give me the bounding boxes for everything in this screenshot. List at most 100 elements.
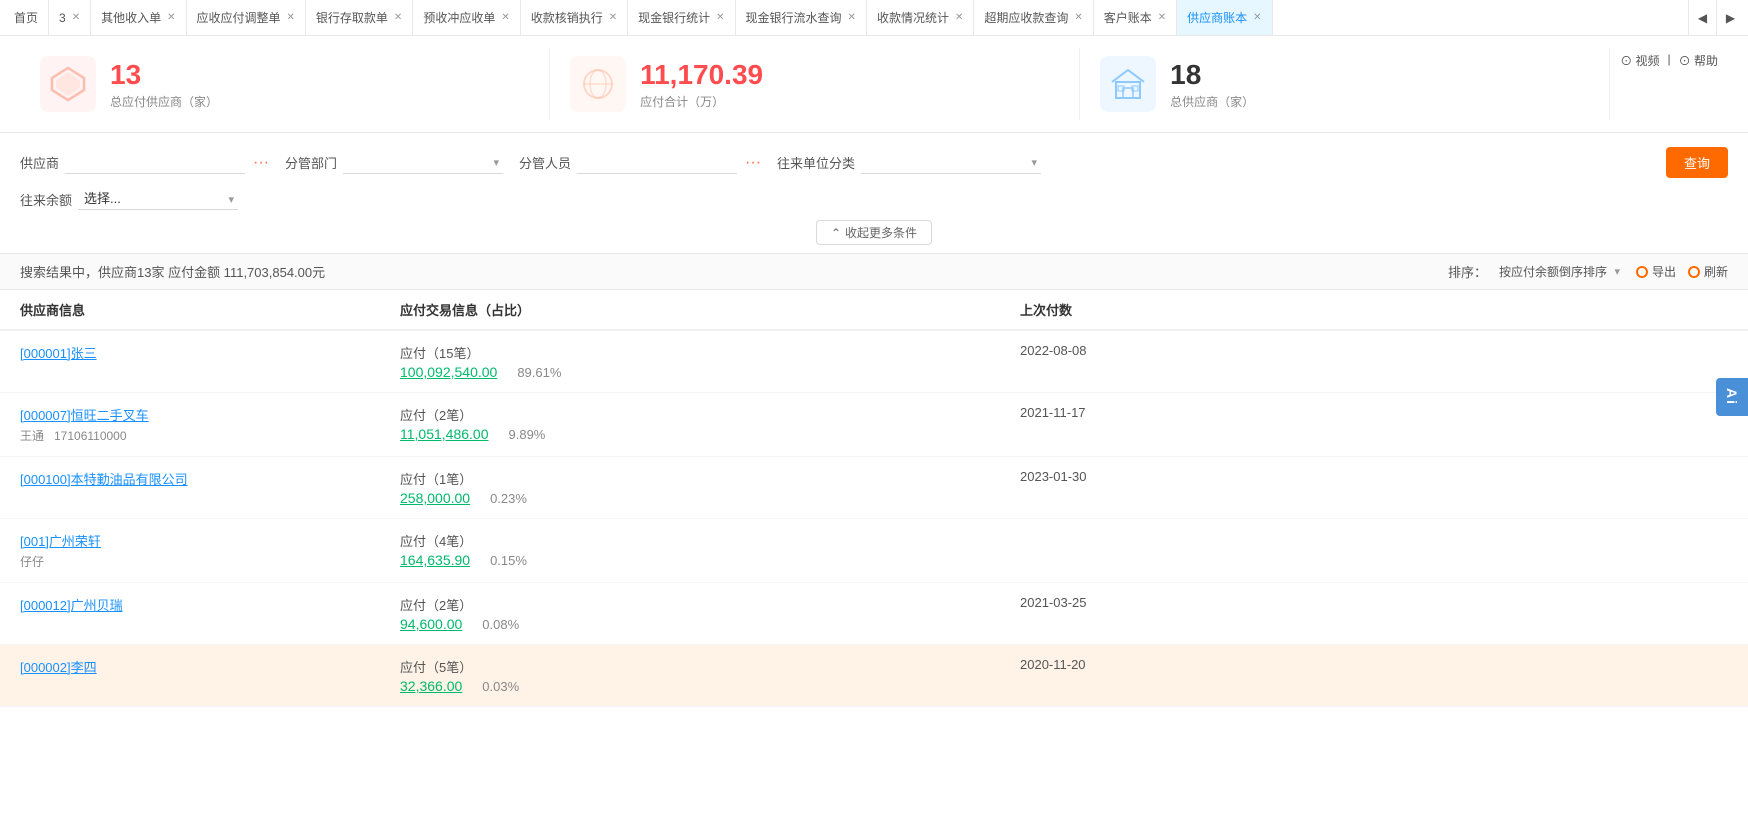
nav-tab-other-income-label: 其他收入单 xyxy=(101,9,161,26)
supplier-link-6[interactable]: [000002]李四 xyxy=(20,660,97,675)
balance-filter-select[interactable]: 选择... xyxy=(78,188,238,210)
supplier-filter-input[interactable] xyxy=(65,152,245,174)
nav-tab-bank-deposit-label: 银行存取款单 xyxy=(316,9,388,26)
nav-next-arrow[interactable]: ▶ xyxy=(1716,0,1744,36)
nav-tab-home[interactable]: 首页 xyxy=(4,0,49,36)
nav-tab-collection-stat-label: 收款情况统计 xyxy=(877,9,949,26)
nav-tab-collection-stat-close[interactable]: ✕ xyxy=(955,12,963,23)
dept-filter-select[interactable] xyxy=(343,152,503,174)
total-suppliers-num: 18 xyxy=(1170,58,1254,92)
supplier-col-5: [000012]广州贝瑞 xyxy=(20,595,400,614)
trans-percent-4: 0.15% xyxy=(490,553,527,568)
filter-row-2: 往来余额 选择... xyxy=(20,188,1728,210)
ai-button[interactable]: Ai xyxy=(1716,378,1748,416)
nav-tab-prepay-close[interactable]: ✕ xyxy=(501,12,509,23)
transaction-info-3: 应付（1笔） 258,000.00 0.23% xyxy=(400,469,1020,506)
category-filter-select[interactable] xyxy=(861,152,1041,174)
nav-tab-collection-stat[interactable]: 收款情况统计 ✕ xyxy=(867,0,974,36)
nav-tab-supplier-account-close[interactable]: ✕ xyxy=(1253,12,1261,23)
nav-tab-customer-close[interactable]: ✕ xyxy=(1158,12,1166,23)
nav-tab-ap-adjust-close[interactable]: ✕ xyxy=(287,12,295,23)
summary-bar: 13 总应付供应商（家） 11,170.39 应付合计（万） xyxy=(0,36,1748,133)
trans-label-3: 应付（1笔） xyxy=(400,469,1020,488)
supplier-col-1: [000001]张三 xyxy=(20,343,400,362)
trans-amount-2[interactable]: 11,051,486.00 xyxy=(400,426,489,442)
help-link[interactable]: ⊙ 帮助 xyxy=(1679,52,1718,69)
nav-tab-home-label: 首页 xyxy=(14,9,38,26)
filter-category: 往来单位分类 xyxy=(777,152,1041,174)
nav-tab-receipt-exec[interactable]: 收款核销执行 ✕ xyxy=(521,0,628,36)
trans-label-6: 应付（5笔） xyxy=(400,657,1020,676)
lastpay-col-3: 2023-01-30 xyxy=(1020,469,1728,484)
nav-tab-3[interactable]: 3 ✕ xyxy=(49,0,91,36)
nav-tab-cash-bank-flow-close[interactable]: ✕ xyxy=(848,12,856,23)
trans-row-1: 100,092,540.00 89.61% xyxy=(400,364,1020,380)
person-filter-dots[interactable]: ··· xyxy=(745,154,761,172)
refresh-button[interactable]: 刷新 xyxy=(1688,263,1728,280)
nav-prev-arrow[interactable]: ◀ xyxy=(1688,0,1716,36)
nav-tab-overdue-close[interactable]: ✕ xyxy=(1074,12,1082,23)
trans-amount-1[interactable]: 100,092,540.00 xyxy=(400,364,497,380)
nav-tab-bank-deposit[interactable]: 银行存取款单 ✕ xyxy=(306,0,413,36)
filter-balance: 往来余额 选择... xyxy=(20,188,238,210)
nav-tab-ap-adjust[interactable]: 应收应付调整单 ✕ xyxy=(187,0,306,36)
person-filter-input[interactable] xyxy=(577,152,737,174)
result-bar: 搜索结果中，供应商13家 应付金额 111,703,854.00元 排序： 按应… xyxy=(0,254,1748,290)
nav-tab-other-income[interactable]: 其他收入单 ✕ xyxy=(91,0,186,36)
nav-tab-customer[interactable]: 客户账本 ✕ xyxy=(1094,0,1177,36)
nav-tab-supplier-account[interactable]: 供应商账本 ✕ xyxy=(1177,0,1272,36)
summary-card-amount: 11,170.39 应付合计（万） xyxy=(550,48,1080,120)
supplier-filter-dots[interactable]: ··· xyxy=(253,154,269,172)
help-separator: | xyxy=(1668,52,1671,69)
nav-tab-receipt-exec-close[interactable]: ✕ xyxy=(609,12,617,23)
nav-tab-cash-bank-stat[interactable]: 现金银行统计 ✕ xyxy=(628,0,735,36)
nav-tab-prepay[interactable]: 预收冲应收单 ✕ xyxy=(413,0,520,36)
nav-tab-bank-deposit-close[interactable]: ✕ xyxy=(394,12,402,23)
trans-percent-6: 0.03% xyxy=(482,679,519,694)
table-row: [000001]张三 应付（15笔） 100,092,540.00 89.61%… xyxy=(0,331,1748,393)
trans-amount-5[interactable]: 94,600.00 xyxy=(400,616,462,632)
nav-tab-3-label: 3 xyxy=(59,11,66,25)
trans-percent-1: 89.61% xyxy=(517,365,561,380)
filter-person: 分管人员 ··· xyxy=(519,152,761,174)
transaction-info-4: 应付（4笔） 164,635.90 0.15% xyxy=(400,531,1020,568)
trans-amount-3[interactable]: 258,000.00 xyxy=(400,490,470,506)
collapse-button[interactable]: ⌃ 收起更多条件 xyxy=(816,220,932,245)
col-header-transaction: 应付交易信息（占比） xyxy=(400,300,1020,319)
export-button[interactable]: 导出 xyxy=(1636,263,1676,280)
supplier-link-4[interactable]: [001]广州荣轩 xyxy=(20,534,101,549)
trans-amount-4[interactable]: 164,635.90 xyxy=(400,552,470,568)
nav-tab-overdue[interactable]: 超期应收款查询 ✕ xyxy=(974,0,1093,36)
nav-tab-3-close[interactable]: ✕ xyxy=(72,12,80,23)
export-label: 导出 xyxy=(1652,263,1676,280)
sort-select[interactable]: 按应付余额倒序排序 xyxy=(1499,265,1624,279)
transaction-info-1: 应付（15笔） 100,092,540.00 89.61% xyxy=(400,343,1020,380)
refresh-label: 刷新 xyxy=(1704,263,1728,280)
nav-tab-other-income-close[interactable]: ✕ xyxy=(167,12,175,23)
transaction-info-6: 应付（5笔） 32,366.00 0.03% xyxy=(400,657,1020,694)
video-link[interactable]: ⊙ 视频 xyxy=(1620,52,1659,69)
sort-area: 排序： 按应付余额倒序排序 导出 刷新 xyxy=(1448,262,1728,281)
query-button[interactable]: 查询 xyxy=(1666,147,1728,178)
nav-tab-cash-bank-flow[interactable]: 现金银行流水查询 ✕ xyxy=(736,0,867,36)
supplier-link-2[interactable]: [000007]恒旺二手叉车 xyxy=(20,408,149,423)
supplier-link-1[interactable]: [000001]张三 xyxy=(20,346,97,361)
table-row: [000007]恒旺二手叉车 王通 17106110000 应付（2笔） 11,… xyxy=(0,393,1748,457)
transaction-col-6: 应付（5笔） 32,366.00 0.03% xyxy=(400,657,1020,694)
lastpay-col-5: 2021-03-25 xyxy=(1020,595,1728,610)
summary-card-total-suppliers: 18 总供应商（家） xyxy=(1080,48,1610,120)
supplier-link-3[interactable]: [000100]本特勤油品有限公司 xyxy=(20,472,188,487)
person-filter-label: 分管人员 xyxy=(519,153,571,172)
category-select-wrapper xyxy=(861,152,1041,174)
trans-amount-6[interactable]: 32,366.00 xyxy=(400,678,462,694)
col-header-supplier: 供应商信息 xyxy=(20,300,400,319)
total-payable-suppliers-num: 13 xyxy=(110,58,218,92)
last-pay-6: 2020-11-20 xyxy=(1020,657,1086,672)
summary-info-total: 18 总供应商（家） xyxy=(1170,58,1254,111)
transaction-col-4: 应付（4笔） 164,635.90 0.15% xyxy=(400,531,1020,568)
nav-tab-cash-bank-stat-close[interactable]: ✕ xyxy=(716,12,724,23)
supplier-link-5[interactable]: [000012]广州贝瑞 xyxy=(20,598,123,613)
nav-tab-cash-bank-stat-label: 现金银行统计 xyxy=(638,9,710,26)
trans-row-4: 164,635.90 0.15% xyxy=(400,552,1020,568)
filter-area: 供应商 ··· 分管部门 分管人员 ··· 往来单位分类 xyxy=(0,133,1748,254)
